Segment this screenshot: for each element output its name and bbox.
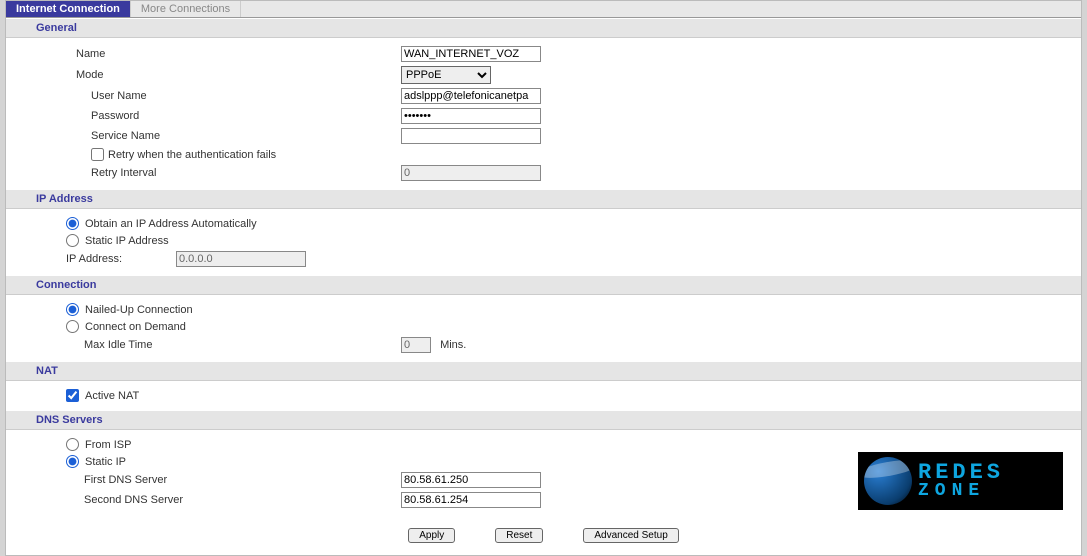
retry-interval-input: [401, 165, 541, 181]
label-mode: Mode: [6, 69, 401, 81]
button-bar: Apply Reset Advanced Setup: [6, 516, 1081, 555]
label-second-dns: Second DNS Server: [6, 494, 401, 506]
label-ip-auto: Obtain an IP Address Automatically: [85, 218, 257, 230]
radio-nailed[interactable]: [66, 303, 79, 316]
radio-dns-isp[interactable]: [66, 438, 79, 451]
apply-button[interactable]: Apply: [408, 528, 455, 543]
section-nat-header: NAT: [6, 361, 1081, 381]
label-max-idle: Max Idle Time: [6, 339, 401, 351]
second-dns-input[interactable]: [401, 492, 541, 508]
retry-auth-checkbox[interactable]: [91, 148, 104, 161]
label-dns-static: Static IP: [85, 456, 126, 468]
radio-demand[interactable]: [66, 320, 79, 333]
label-password: Password: [6, 110, 401, 122]
radio-ip-static[interactable]: [66, 234, 79, 247]
section-ip-header: IP Address: [6, 189, 1081, 209]
section-connection-header: Connection: [6, 275, 1081, 295]
label-ip-static: Static IP Address: [85, 235, 169, 247]
password-input[interactable]: [401, 108, 541, 124]
label-username: User Name: [6, 90, 401, 102]
section-dns-header: DNS Servers: [6, 410, 1081, 430]
label-demand: Connect on Demand: [85, 321, 186, 333]
label-retry-interval: Retry Interval: [6, 167, 401, 179]
label-name: Name: [6, 48, 401, 60]
section-general-header: General: [6, 18, 1081, 38]
globe-icon: [864, 457, 912, 505]
logo-redes-zone: REDES ZONE: [858, 452, 1063, 510]
first-dns-input[interactable]: [401, 472, 541, 488]
service-name-input[interactable]: [401, 128, 541, 144]
label-nailed: Nailed-Up Connection: [85, 304, 193, 316]
reset-button[interactable]: Reset: [495, 528, 543, 543]
tab-internet-connection[interactable]: Internet Connection: [6, 1, 131, 17]
username-input[interactable]: [401, 88, 541, 104]
mode-select[interactable]: PPPoE: [401, 66, 491, 84]
radio-ip-auto[interactable]: [66, 217, 79, 230]
max-idle-input: [401, 337, 431, 353]
tabs-bar: Internet Connection More Connections: [6, 1, 1081, 18]
label-active-nat: Active NAT: [85, 390, 139, 402]
label-ip-address: IP Address:: [6, 253, 176, 265]
radio-dns-static[interactable]: [66, 455, 79, 468]
label-mins: Mins.: [440, 339, 466, 351]
label-service-name: Service Name: [6, 130, 401, 142]
tab-more-connections[interactable]: More Connections: [131, 1, 241, 17]
name-input[interactable]: [401, 46, 541, 62]
label-retry-auth: Retry when the authentication fails: [108, 149, 276, 161]
label-first-dns: First DNS Server: [6, 474, 401, 486]
active-nat-checkbox[interactable]: [66, 389, 79, 402]
advanced-setup-button[interactable]: Advanced Setup: [583, 528, 678, 543]
label-dns-isp: From ISP: [85, 439, 131, 451]
main-panel: Internet Connection More Connections Gen…: [5, 0, 1082, 556]
ip-address-input: [176, 251, 306, 267]
